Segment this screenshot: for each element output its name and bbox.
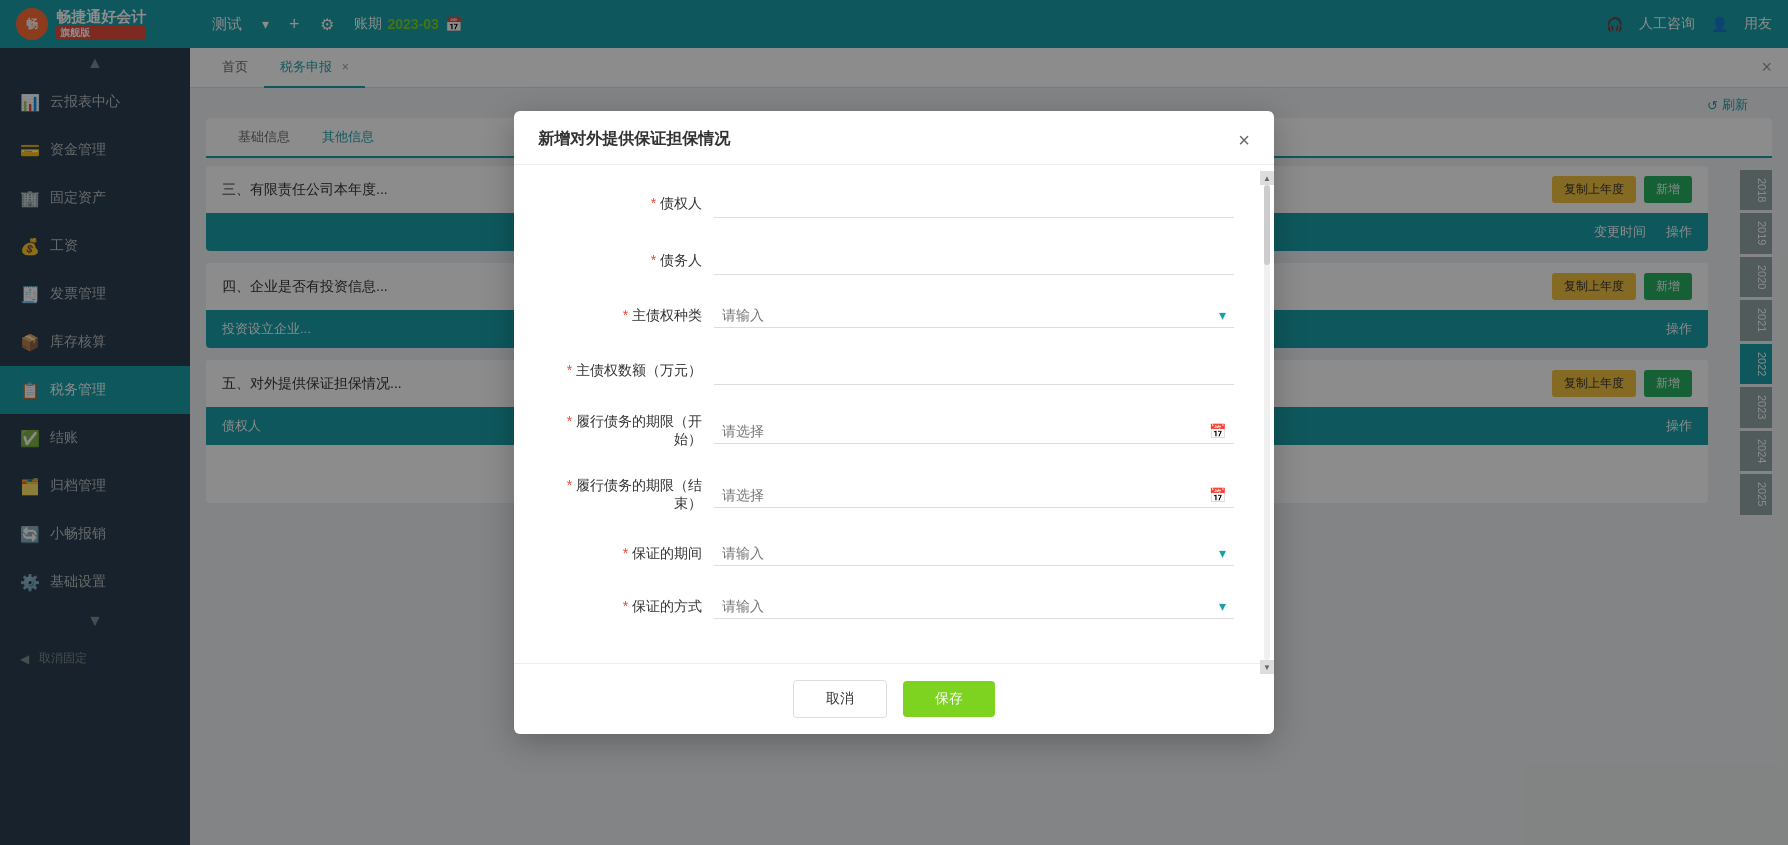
select-guarantee-period[interactable]: ▾ [714, 541, 1234, 566]
label-claim-amount: * 主债权数额（万元） [554, 362, 714, 380]
form-row-debtor: * 债务人 [554, 246, 1234, 275]
save-button[interactable]: 保存 [903, 681, 995, 717]
calendar-start-icon[interactable]: 📅 [1209, 423, 1226, 439]
label-debtor: * 债务人 [554, 252, 714, 270]
form-row-period-start: * 履行债务的期限（开始） 📅 [554, 413, 1234, 449]
modal-footer: 取消 保存 [514, 663, 1274, 734]
modal-close-button[interactable]: × [1238, 130, 1250, 150]
input-debtor[interactable] [714, 246, 1234, 275]
date-period-end[interactable]: 📅 [714, 483, 1234, 508]
form-row-claim-amount: * 主债权数额（万元） [554, 356, 1234, 385]
select-guarantee-method[interactable]: ▾ [714, 594, 1234, 619]
scrollbar-track [1264, 185, 1270, 660]
chevron-claim-type-icon[interactable]: ▾ [1219, 307, 1226, 323]
input-guarantee-period[interactable] [722, 545, 1219, 561]
label-claim-type: * 主债权种类 [554, 307, 714, 325]
input-creditor[interactable] [714, 189, 1234, 218]
modal-dialog: 新增对外提供保证担保情况 × ▲ ▼ * 债权人 * [514, 111, 1274, 734]
form-row-guarantee-period: * 保证的期间 ▾ [554, 541, 1234, 566]
input-period-start[interactable] [722, 423, 1209, 439]
input-guarantee-method[interactable] [722, 598, 1219, 614]
form-row-claim-type: * 主债权种类 ▾ [554, 303, 1234, 328]
cancel-button[interactable]: 取消 [793, 680, 887, 718]
scroll-down-btn[interactable]: ▼ [1260, 660, 1274, 674]
form-row-period-end: * 履行债务的期限（结束） 📅 [554, 477, 1234, 513]
select-claim-type[interactable]: ▾ [714, 303, 1234, 328]
label-period-start: * 履行债务的期限（开始） [554, 413, 714, 449]
calendar-end-icon[interactable]: 📅 [1209, 487, 1226, 503]
modal-header: 新增对外提供保证担保情况 × [514, 111, 1274, 165]
date-period-start[interactable]: 📅 [714, 419, 1234, 444]
modal-title: 新增对外提供保证担保情况 [538, 129, 730, 150]
scroll-up-btn[interactable]: ▲ [1260, 171, 1274, 185]
label-guarantee-period: * 保证的期间 [554, 545, 714, 563]
modal-body: * 债权人 * 债务人 * 主债权种类 [514, 165, 1274, 663]
input-period-end[interactable] [722, 487, 1209, 503]
modal-overlay: 新增对外提供保证担保情况 × ▲ ▼ * 债权人 * [0, 0, 1788, 845]
label-period-end: * 履行债务的期限（结束） [554, 477, 714, 513]
label-guarantee-method: * 保证的方式 [554, 598, 714, 616]
form-row-creditor: * 债权人 [554, 189, 1234, 218]
form-row-guarantee-method: * 保证的方式 ▾ [554, 594, 1234, 619]
label-creditor: * 债权人 [554, 195, 714, 213]
chevron-guarantee-period-icon[interactable]: ▾ [1219, 545, 1226, 561]
modal-scrollbar[interactable]: ▲ ▼ [1260, 171, 1274, 674]
chevron-guarantee-method-icon[interactable]: ▾ [1219, 598, 1226, 614]
input-claim-type[interactable] [722, 307, 1219, 323]
scrollbar-thumb [1264, 185, 1270, 265]
input-claim-amount[interactable] [714, 356, 1234, 385]
